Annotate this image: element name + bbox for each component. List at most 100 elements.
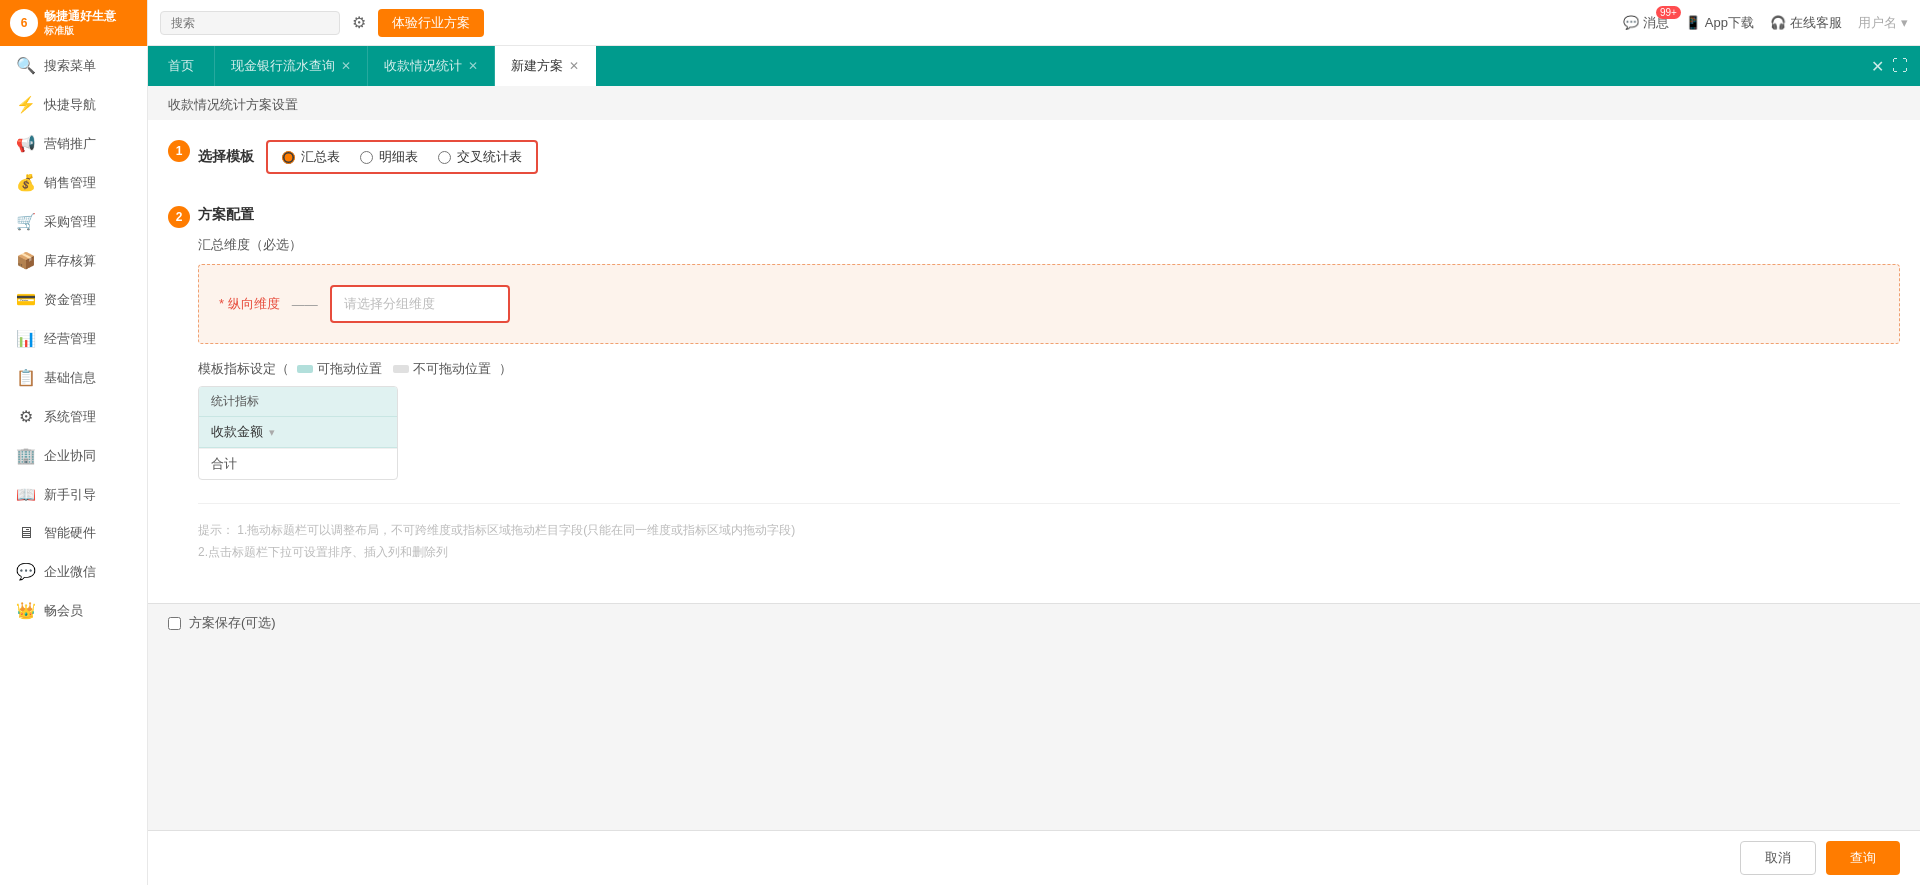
- sidebar-item-finance[interactable]: 💳 资金管理: [0, 280, 147, 319]
- sidebar-item-wechat[interactable]: 💬 企业微信: [0, 552, 147, 591]
- draggable-legend-icon: [297, 365, 313, 373]
- topbar-right: 💬 消息 99+ 📱 App下载 🎧 在线客服 用户名 ▾: [1623, 14, 1908, 32]
- section1-number: 1: [168, 140, 190, 162]
- dimension-group-label: 汇总维度（必选）: [198, 236, 1900, 254]
- tab-bank-flow[interactable]: 现金银行流水查询 ✕: [215, 46, 368, 86]
- radio-detail-label[interactable]: 明细表: [379, 148, 418, 166]
- section1-wrapper: 1 选择模板 汇总表 明细表: [168, 140, 1900, 186]
- chevron-down-icon: ▾: [269, 426, 275, 439]
- metrics-header: 模板指标设定（ 可拖动位置 不可拖动位置 ）: [198, 360, 1900, 378]
- tab-home[interactable]: 首页: [148, 46, 215, 86]
- radio-detail[interactable]: 明细表: [360, 148, 418, 166]
- tabbar-right: ✕ ⛶: [1871, 57, 1920, 76]
- inventory-icon: 📦: [16, 251, 36, 270]
- sidebar-item-inventory[interactable]: 📦 库存核算: [0, 241, 147, 280]
- tips-text: 提示： 1.拖动标题栏可以调整布局，不可跨维度或指标区域拖动栏目字段(只能在同一…: [198, 520, 1900, 563]
- download-button[interactable]: 📱 App下载: [1685, 14, 1754, 32]
- radio-summary-label[interactable]: 汇总表: [301, 148, 340, 166]
- message-icon: 💬: [1623, 15, 1639, 30]
- metrics-section: 模板指标设定（ 可拖动位置 不可拖动位置 ）: [198, 360, 1900, 483]
- section2-wrapper: 2 方案配置 汇总维度（必选） * 纵向维度 —— 请选择分组维度: [168, 206, 1900, 563]
- radio-cross[interactable]: 交叉统计表: [438, 148, 522, 166]
- radio-cross-label[interactable]: 交叉统计表: [457, 148, 522, 166]
- sidebar-item-member[interactable]: 👑 畅会员: [0, 591, 147, 630]
- metrics-section-label: 统计指标: [199, 387, 397, 417]
- tab-close-bank-flow[interactable]: ✕: [341, 59, 351, 73]
- marketing-icon: 📢: [16, 134, 36, 153]
- radio-cross-input[interactable]: [438, 151, 451, 164]
- search-icon: 🔍: [16, 56, 36, 75]
- save-checkbox[interactable]: [168, 617, 181, 630]
- arrow-icon: ——: [292, 297, 318, 312]
- topbar: ⚙ 体验行业方案 💬 消息 99+ 📱 App下载 🎧 在线客服 用户名 ▾: [148, 0, 1920, 46]
- save-footer: 方案保存(可选): [148, 603, 1920, 642]
- dimension-select[interactable]: 请选择分组维度: [330, 285, 510, 323]
- logo-icon: 6: [10, 9, 38, 37]
- page-content: 收款情况统计方案设置 1 选择模板 汇总表: [148, 86, 1920, 830]
- save-label[interactable]: 方案保存(可选): [189, 614, 276, 632]
- message-button[interactable]: 💬 消息 99+: [1623, 14, 1669, 32]
- radio-detail-input[interactable]: [360, 151, 373, 164]
- section1-content: 选择模板 汇总表 明细表: [198, 140, 1900, 186]
- member-icon: 👑: [16, 601, 36, 620]
- tab-expand-icon[interactable]: ⛶: [1892, 57, 1908, 75]
- sidebar-item-purchase[interactable]: 🛒 采购管理: [0, 202, 147, 241]
- col-header-cell[interactable]: 收款金额 ▾: [199, 417, 299, 447]
- logo-text: 畅捷通好生意 标准版: [44, 9, 116, 37]
- sidebar-item-sales[interactable]: 💰 销售管理: [0, 163, 147, 202]
- tips-section: 提示： 1.拖动标题栏可以调整布局，不可跨维度或指标区域拖动栏目字段(只能在同一…: [198, 503, 1900, 563]
- tab-new-plan[interactable]: 新建方案 ✕: [495, 46, 596, 86]
- service-icon: 🎧: [1770, 15, 1786, 30]
- search-input[interactable]: [160, 11, 340, 35]
- sidebar-item-hardware[interactable]: 🖥 智能硬件: [0, 514, 147, 552]
- sidebar-item-system[interactable]: ⚙ 系统管理: [0, 397, 147, 436]
- hardware-icon: 🖥: [16, 524, 36, 542]
- tab-close-new-plan[interactable]: ✕: [569, 59, 579, 73]
- wechat-icon: 💬: [16, 562, 36, 581]
- sidebar-item-search[interactable]: 🔍 搜索菜单: [0, 46, 147, 85]
- cancel-button[interactable]: 取消: [1740, 841, 1816, 875]
- dimension-area: * 纵向维度 —— 请选择分组维度: [198, 264, 1900, 344]
- quicknav-icon: ⚡: [16, 95, 36, 114]
- section2-content: 方案配置 汇总维度（必选） * 纵向维度 —— 请选择分组维度: [198, 206, 1900, 563]
- service-button[interactable]: 🎧 在线客服: [1770, 14, 1842, 32]
- metrics-total-row: 合计: [199, 448, 397, 479]
- fixed-legend-icon: [393, 365, 409, 373]
- template-options: 汇总表 明细表 交叉统计表: [266, 140, 538, 174]
- sidebar-item-enterprise[interactable]: 🏢 企业协同: [0, 436, 147, 475]
- draggable-legend: 可拖动位置: [297, 360, 382, 378]
- tab-close-collection-stats[interactable]: ✕: [468, 59, 478, 73]
- enterprise-icon: 🏢: [16, 446, 36, 465]
- user-menu[interactable]: 用户名 ▾: [1858, 14, 1908, 32]
- sidebar-item-quicknav[interactable]: ⚡ 快捷导航: [0, 85, 147, 124]
- tab-close-window-icon[interactable]: ✕: [1871, 57, 1884, 76]
- settings-icon[interactable]: ⚙: [352, 13, 366, 32]
- operations-icon: 📊: [16, 329, 36, 348]
- section2-title: 方案配置: [198, 206, 1900, 224]
- tab-collection-stats[interactable]: 收款情况统计 ✕: [368, 46, 495, 86]
- finance-icon: 💳: [16, 290, 36, 309]
- fixed-legend: 不可拖动位置: [393, 360, 491, 378]
- metrics-table: 统计指标 收款金额 ▾ 合计: [198, 386, 398, 480]
- section1-title: 选择模板: [198, 148, 254, 166]
- radio-summary[interactable]: 汇总表: [282, 148, 340, 166]
- app-logo: 6 畅捷通好生意 标准版: [0, 0, 147, 46]
- purchase-icon: 🛒: [16, 212, 36, 231]
- chevron-down-icon: ▾: [1901, 15, 1908, 30]
- download-icon: 📱: [1685, 15, 1701, 30]
- page-body: 1 选择模板 汇总表 明细表: [148, 120, 1920, 603]
- query-button[interactable]: 查询: [1826, 841, 1900, 875]
- system-icon: ⚙: [16, 407, 36, 426]
- sidebar-item-marketing[interactable]: 📢 营销推广: [0, 124, 147, 163]
- basicinfo-icon: 📋: [16, 368, 36, 387]
- sidebar-item-operations[interactable]: 📊 经营管理: [0, 319, 147, 358]
- tabbar: 首页 现金银行流水查询 ✕ 收款情况统计 ✕ 新建方案 ✕ ✕ ⛶: [148, 46, 1920, 86]
- main-area: ⚙ 体验行业方案 💬 消息 99+ 📱 App下载 🎧 在线客服 用户名 ▾: [148, 0, 1920, 885]
- sidebar-item-guide[interactable]: 📖 新手引导: [0, 475, 147, 514]
- trial-button[interactable]: 体验行业方案: [378, 9, 484, 37]
- breadcrumb: 收款情况统计方案设置: [148, 86, 1920, 120]
- radio-summary-input[interactable]: [282, 151, 295, 164]
- guide-icon: 📖: [16, 485, 36, 504]
- sidebar-item-basicinfo[interactable]: 📋 基础信息: [0, 358, 147, 397]
- vertical-dimension-label: * 纵向维度: [219, 295, 280, 313]
